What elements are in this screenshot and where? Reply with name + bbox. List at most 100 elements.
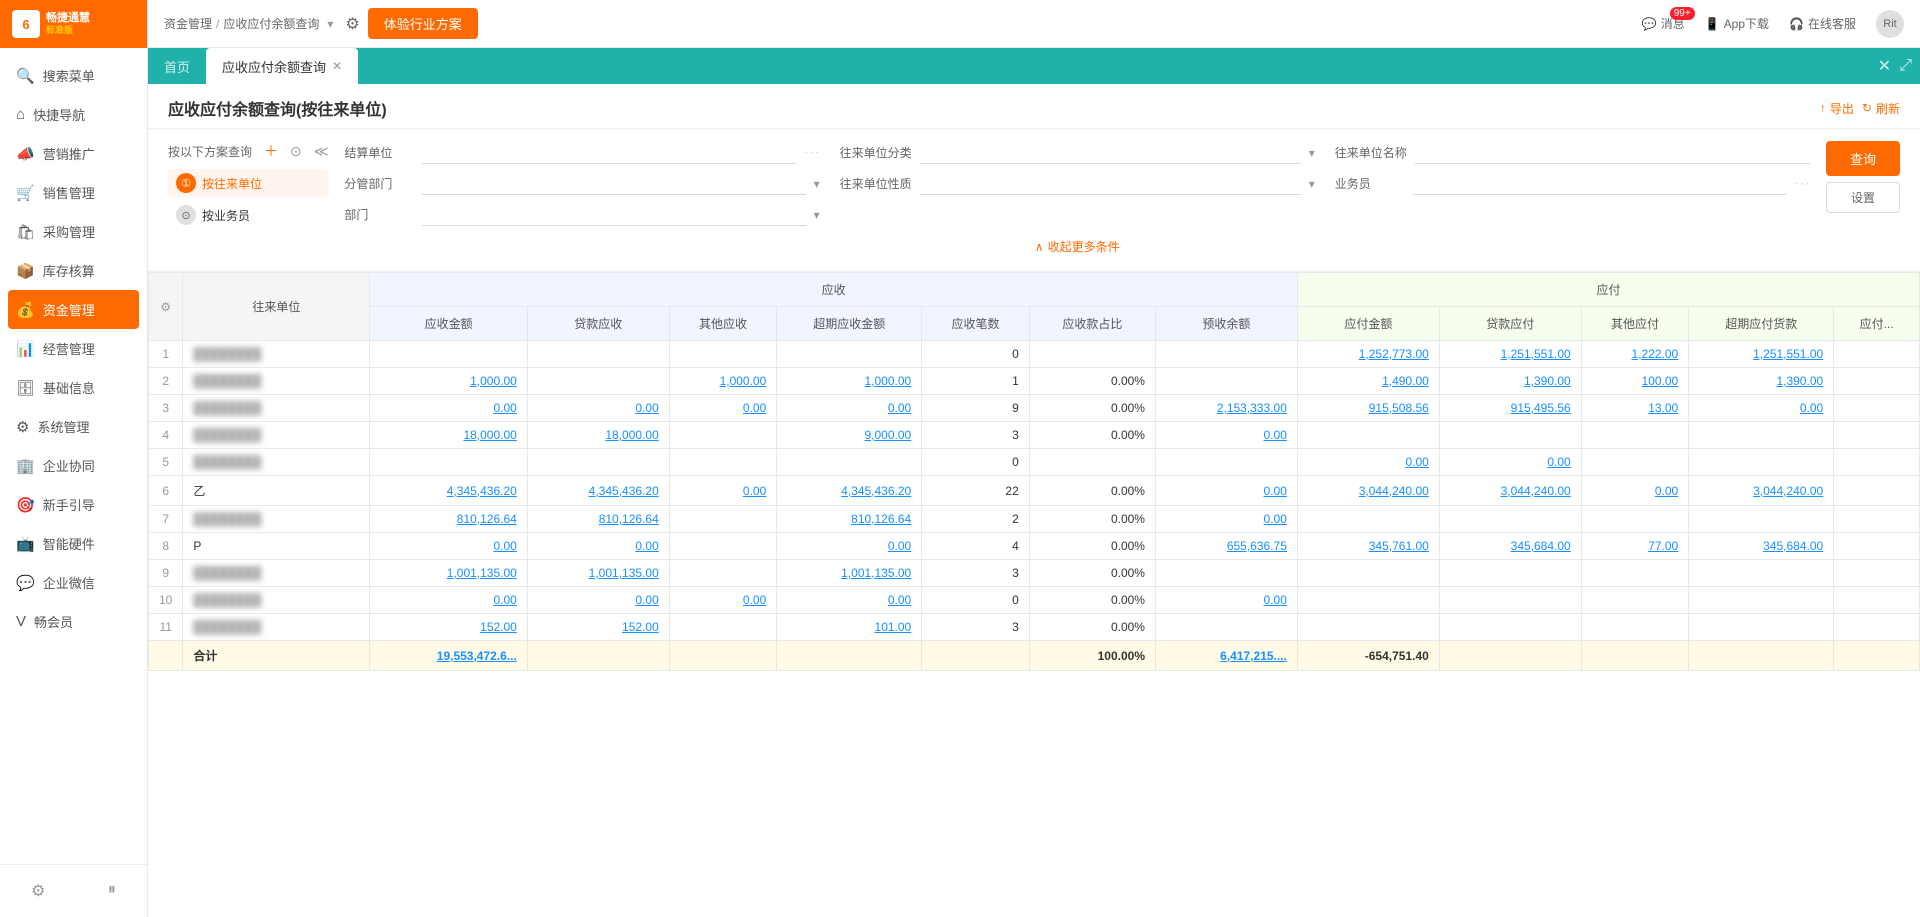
link-other_ar[interactable]: 0.00 bbox=[743, 593, 766, 607]
query-button[interactable]: 查询 bbox=[1826, 141, 1900, 176]
sidebar-item-sales[interactable]: 🛒 销售管理 bbox=[0, 173, 147, 212]
link-loan_ar[interactable]: 810,126.64 bbox=[599, 512, 659, 526]
collapse-button[interactable]: ∧ 收起更多条件 bbox=[344, 234, 1810, 259]
link-overdue_ar[interactable]: 0.00 bbox=[888, 539, 911, 553]
link-overdue_ar[interactable]: 1,000.00 bbox=[865, 374, 912, 388]
link-loan_ap[interactable]: 1,390.00 bbox=[1524, 374, 1571, 388]
link-overdue_ap[interactable]: 345,684.00 bbox=[1763, 539, 1823, 553]
user-avatar-button[interactable]: Rit bbox=[1876, 10, 1904, 38]
option-by-unit[interactable]: ① 按往来单位 bbox=[168, 169, 328, 197]
settlement-unit-input[interactable] bbox=[422, 141, 795, 164]
link-loan_ar[interactable]: 0.00 bbox=[635, 401, 658, 415]
link-loan_ar[interactable]: 152.00 bbox=[622, 620, 659, 634]
link-other_ap[interactable]: 100.00 bbox=[1642, 374, 1679, 388]
tab-close-icon[interactable]: ✕ bbox=[332, 59, 342, 73]
link-advance[interactable]: 0.00 bbox=[1264, 512, 1287, 526]
table-settings-icon[interactable]: ⚙ bbox=[160, 300, 171, 314]
link-overdue_ar[interactable]: 4,345,436.20 bbox=[841, 484, 911, 498]
dept-input[interactable] bbox=[422, 172, 805, 195]
link-ar_amount[interactable]: 0.00 bbox=[493, 539, 516, 553]
salesperson-input[interactable] bbox=[1413, 172, 1786, 195]
link-advance[interactable]: 0.00 bbox=[1264, 484, 1287, 498]
edit-scheme-icon[interactable]: ⊙ bbox=[290, 143, 302, 160]
link-advance[interactable]: 2,153,333.00 bbox=[1217, 401, 1287, 415]
link-overdue_ap[interactable]: 1,251,551.00 bbox=[1753, 347, 1823, 361]
link-ap_amount[interactable]: 345,761.00 bbox=[1369, 539, 1429, 553]
link-loan_ar[interactable]: 0.00 bbox=[635, 539, 658, 553]
link-overdue_ap[interactable]: 1,390.00 bbox=[1776, 374, 1823, 388]
unit-name-input[interactable] bbox=[1415, 141, 1810, 164]
sidebar-item-finance[interactable]: 💰 资金管理 bbox=[8, 290, 139, 329]
link-loan_ar[interactable]: 1,001,135.00 bbox=[589, 566, 659, 580]
link-loan_ar[interactable]: 0.00 bbox=[635, 593, 658, 607]
department-chevron-icon[interactable]: ▾ bbox=[814, 208, 820, 222]
link-other_ap[interactable]: 13.00 bbox=[1648, 401, 1678, 415]
salesperson-dots-icon[interactable]: ··· bbox=[1794, 175, 1810, 193]
link-other_ar[interactable]: 0.00 bbox=[743, 484, 766, 498]
sidebar-item-guide[interactable]: 🎯 新手引导 bbox=[0, 485, 147, 524]
app-download-button[interactable]: 📱 App下载 bbox=[1705, 15, 1769, 32]
tab-home[interactable]: 首页 bbox=[148, 48, 206, 84]
link-overdue_ar[interactable]: 101.00 bbox=[875, 620, 912, 634]
link-ar_amount[interactable]: 0.00 bbox=[493, 593, 516, 607]
unit-category-input[interactable] bbox=[920, 141, 1301, 164]
online-service-button[interactable]: 🎧 在线客服 bbox=[1789, 15, 1856, 32]
header-gear-icon[interactable]: ⚙ bbox=[345, 14, 359, 34]
link-ap_amount[interactable]: 1,252,773.00 bbox=[1359, 347, 1429, 361]
breadcrumb-chevron-icon[interactable]: ▾ bbox=[327, 17, 333, 31]
message-button[interactable]: 💬 消息 99+ bbox=[1642, 15, 1685, 32]
option-by-staff[interactable]: ⊙ 按业务员 bbox=[168, 201, 328, 229]
link-overdue_ar[interactable]: 810,126.64 bbox=[851, 512, 911, 526]
settings-col-header[interactable]: ⚙ bbox=[149, 273, 183, 341]
link-ap_amount[interactable]: 915,508.56 bbox=[1369, 401, 1429, 415]
sidebar-settings-btn[interactable]: ⚙ bbox=[23, 877, 53, 905]
more-scheme-icon[interactable]: ≪ bbox=[314, 143, 329, 160]
link-loan_ap[interactable]: 915,495.56 bbox=[1511, 401, 1571, 415]
link-overdue_ap[interactable]: 0.00 bbox=[1800, 401, 1823, 415]
export-button[interactable]: ↑ 导出 bbox=[1820, 100, 1854, 117]
link-overdue_ar[interactable]: 0.00 bbox=[888, 593, 911, 607]
link-other_ar[interactable]: 1,000.00 bbox=[720, 374, 767, 388]
sidebar-item-system[interactable]: ⚙ 系统管理 bbox=[0, 407, 147, 446]
link-loan_ap[interactable]: 3,044,240.00 bbox=[1501, 484, 1571, 498]
sidebar-item-inventory[interactable]: 📦 库存核算 bbox=[0, 251, 147, 290]
link-overdue_ap[interactable]: 3,044,240.00 bbox=[1753, 484, 1823, 498]
footer-ar-amount[interactable]: 19,553,472.6... bbox=[370, 641, 528, 671]
tab-ar-query[interactable]: 应收应付余额查询 ✕ bbox=[206, 48, 358, 84]
sidebar-item-smart-hw[interactable]: 📺 智能硬件 bbox=[0, 524, 147, 563]
link-ap_amount[interactable]: 0.00 bbox=[1405, 455, 1428, 469]
department-input[interactable] bbox=[422, 203, 805, 226]
link-overdue_ar[interactable]: 1,001,135.00 bbox=[841, 566, 911, 580]
link-ar_amount[interactable]: 152.00 bbox=[480, 620, 517, 634]
unit-nature-chevron-icon[interactable]: ▾ bbox=[1309, 177, 1315, 191]
link-advance[interactable]: 0.00 bbox=[1264, 428, 1287, 442]
link-other_ap[interactable]: 0.00 bbox=[1655, 484, 1678, 498]
sidebar-item-search-menu[interactable]: 🔍 搜索菜单 bbox=[0, 56, 147, 95]
link-loan_ar[interactable]: 4,345,436.20 bbox=[589, 484, 659, 498]
link-ar_amount[interactable]: 4,345,436.20 bbox=[447, 484, 517, 498]
sidebar-item-purchase[interactable]: 🛍 采购管理 bbox=[0, 212, 147, 251]
link-ar_amount[interactable]: 18,000.00 bbox=[463, 428, 516, 442]
link-other_ar[interactable]: 0.00 bbox=[743, 401, 766, 415]
sidebar-item-quick-nav[interactable]: ⌂ 快捷导航 bbox=[0, 95, 147, 134]
solution-button[interactable]: 体验行业方案 bbox=[368, 8, 478, 39]
refresh-button[interactable]: ↻ 刷新 bbox=[1862, 100, 1900, 117]
link-other_ap[interactable]: 77.00 bbox=[1648, 539, 1678, 553]
link-other_ap[interactable]: 1,222.00 bbox=[1632, 347, 1679, 361]
link-ap_amount[interactable]: 3,044,240.00 bbox=[1359, 484, 1429, 498]
sidebar-item-management[interactable]: 📊 经营管理 bbox=[0, 329, 147, 368]
setting-button[interactable]: 设置 bbox=[1826, 182, 1900, 213]
link-ar_amount[interactable]: 1,000.00 bbox=[470, 374, 517, 388]
settlement-unit-dots-icon[interactable]: ··· bbox=[804, 144, 820, 162]
link-overdue_ar[interactable]: 0.00 bbox=[888, 401, 911, 415]
link-ap_amount[interactable]: 1,490.00 bbox=[1382, 374, 1429, 388]
link-ar_amount[interactable]: 0.00 bbox=[493, 401, 516, 415]
link-ar_amount[interactable]: 1,001,135.00 bbox=[447, 566, 517, 580]
link-loan_ap[interactable]: 0.00 bbox=[1547, 455, 1570, 469]
unit-category-chevron-icon[interactable]: ▾ bbox=[1309, 146, 1315, 160]
sidebar-item-base-info[interactable]: 🗄 基础信息 bbox=[0, 368, 147, 407]
link-loan_ar[interactable]: 18,000.00 bbox=[605, 428, 658, 442]
unit-nature-input[interactable] bbox=[920, 172, 1301, 195]
footer-advance[interactable]: 6,417,215.... bbox=[1155, 641, 1297, 671]
link-loan_ap[interactable]: 1,251,551.00 bbox=[1501, 347, 1571, 361]
